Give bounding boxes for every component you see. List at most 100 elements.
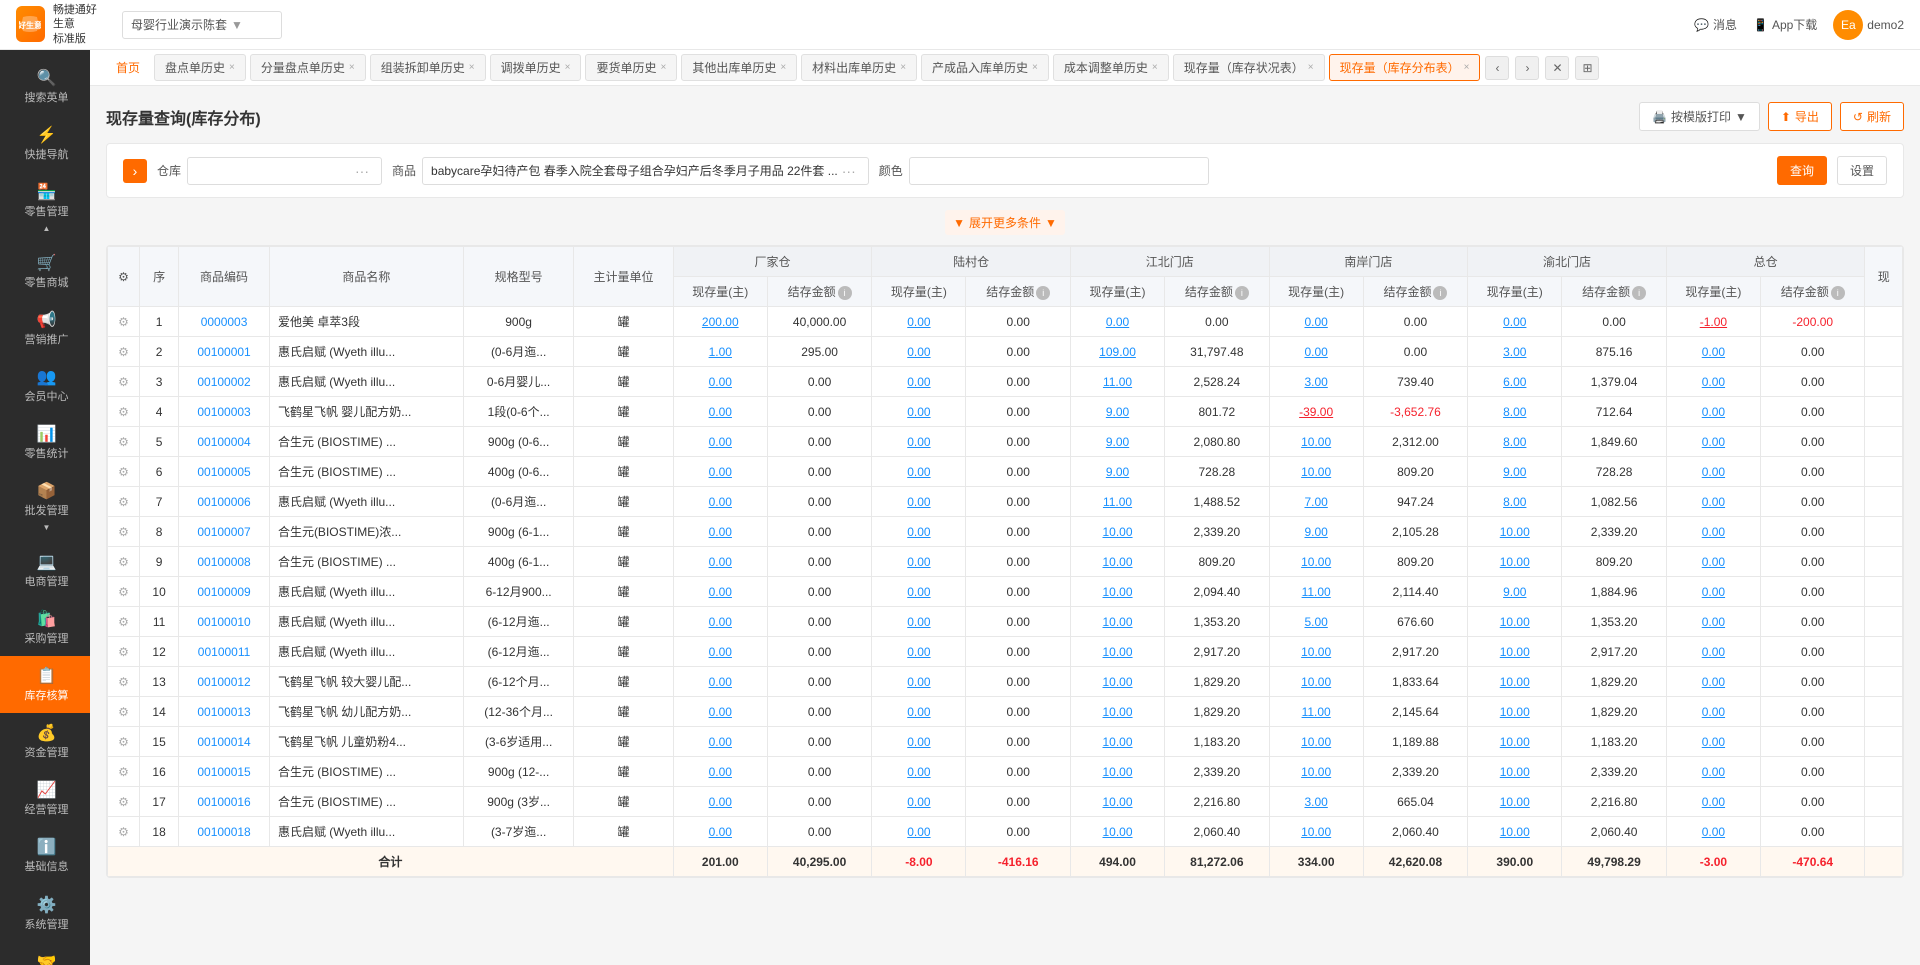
row-gear-icon[interactable]: ⚙	[118, 495, 129, 509]
sidebar-item-operations[interactable]: 📈 经营管理	[0, 770, 90, 827]
row-fac-stock[interactable]: 0.00	[673, 577, 767, 607]
row-actions[interactable]: ⚙	[108, 667, 140, 697]
gear-icon[interactable]: ⚙	[118, 270, 129, 284]
row-jb-stock[interactable]: 11.00	[1070, 367, 1164, 397]
goods-dots-btn[interactable]: ···	[838, 163, 860, 179]
system-selector[interactable]: 母婴行业演示陈套 ▼	[122, 11, 282, 39]
warehouse-text-input[interactable]	[196, 164, 351, 178]
sidebar-item-finance[interactable]: 💰 资金管理	[0, 713, 90, 770]
fac-amount-info-icon[interactable]: i	[838, 286, 852, 300]
row-gear-icon[interactable]: ⚙	[118, 405, 129, 419]
row-actions[interactable]: ⚙	[108, 637, 140, 667]
export-btn[interactable]: ⬆ 导出	[1768, 102, 1832, 131]
row-gear-icon[interactable]: ⚙	[118, 555, 129, 569]
row-tot-stock[interactable]: 0.00	[1666, 787, 1760, 817]
row-actions[interactable]: ⚙	[108, 757, 140, 787]
close-icon[interactable]: ×	[1032, 62, 1038, 73]
sidebar-item-marketing[interactable]: 📢 营销推广	[0, 300, 90, 357]
row-gear-icon[interactable]: ⚙	[118, 705, 129, 719]
tab-stock-history[interactable]: 盘点单历史 ×	[154, 54, 246, 81]
row-yb-stock[interactable]: 10.00	[1468, 637, 1562, 667]
print-btn[interactable]: 🖨️ 按模版打印 ▼	[1639, 102, 1760, 131]
row-na-stock[interactable]: 10.00	[1269, 727, 1363, 757]
close-icon[interactable]: ×	[229, 62, 235, 73]
query-btn[interactable]: 查询	[1777, 156, 1827, 185]
row-yb-stock[interactable]: 9.00	[1468, 577, 1562, 607]
row-actions[interactable]: ⚙	[108, 307, 140, 337]
row-fac-stock[interactable]: 0.00	[673, 607, 767, 637]
tab-prev-btn[interactable]: ‹	[1485, 56, 1509, 80]
row-na-stock[interactable]: 11.00	[1269, 577, 1363, 607]
tab-other-out-history[interactable]: 其他出库单历史 ×	[681, 54, 797, 81]
row-fac-stock[interactable]: 0.00	[673, 697, 767, 727]
row-na-stock[interactable]: 0.00	[1269, 307, 1363, 337]
refresh-btn[interactable]: ↺ 刷新	[1840, 102, 1904, 131]
row-yb-stock[interactable]: 10.00	[1468, 817, 1562, 847]
color-input[interactable]	[909, 157, 1209, 185]
row-actions[interactable]: ⚙	[108, 367, 140, 397]
row-yb-stock[interactable]: 10.00	[1468, 667, 1562, 697]
sidebar-item-quicknav[interactable]: ⚡ 快捷导航	[0, 115, 90, 172]
tab-product-in-history[interactable]: 产成品入库单历史 ×	[921, 54, 1049, 81]
row-lu-stock[interactable]: 0.00	[872, 367, 966, 397]
close-icon[interactable]: ×	[469, 62, 475, 73]
row-lu-stock[interactable]: 0.00	[872, 517, 966, 547]
sidebar-item-retail-mall[interactable]: 🛒 零售商城	[0, 243, 90, 300]
row-na-stock[interactable]: 3.00	[1269, 787, 1363, 817]
sidebar-item-cooperation[interactable]: 🤝 企业协同	[0, 942, 90, 965]
tab-inventory-status[interactable]: 现存量（库存状况表） ×	[1173, 54, 1325, 81]
row-gear-icon[interactable]: ⚙	[118, 825, 129, 839]
tab-next-btn[interactable]: ›	[1515, 56, 1539, 80]
close-icon[interactable]: ×	[900, 62, 906, 73]
row-na-stock[interactable]: 10.00	[1269, 457, 1363, 487]
yb-amount-info-icon[interactable]: i	[1632, 286, 1646, 300]
row-lu-stock[interactable]: 0.00	[872, 607, 966, 637]
jb-amount-info-icon[interactable]: i	[1235, 286, 1249, 300]
row-lu-stock[interactable]: 0.00	[872, 577, 966, 607]
row-fac-stock[interactable]: 0.00	[673, 727, 767, 757]
row-gear-icon[interactable]: ⚙	[118, 645, 129, 659]
row-actions[interactable]: ⚙	[108, 607, 140, 637]
row-jb-stock[interactable]: 10.00	[1070, 727, 1164, 757]
row-gear-icon[interactable]: ⚙	[118, 525, 129, 539]
row-na-stock[interactable]: 10.00	[1269, 757, 1363, 787]
row-jb-stock[interactable]: 10.00	[1070, 547, 1164, 577]
row-na-stock[interactable]: 10.00	[1269, 637, 1363, 667]
warehouse-dots-btn[interactable]: ···	[351, 163, 373, 179]
row-gear-icon[interactable]: ⚙	[118, 675, 129, 689]
row-jb-stock[interactable]: 10.00	[1070, 637, 1164, 667]
close-icon[interactable]: ×	[1152, 62, 1158, 73]
row-fac-stock[interactable]: 0.00	[673, 487, 767, 517]
row-tot-stock[interactable]: 0.00	[1666, 337, 1760, 367]
row-na-stock[interactable]: 3.00	[1269, 367, 1363, 397]
row-fac-stock[interactable]: 0.00	[673, 637, 767, 667]
row-tot-stock[interactable]: 0.00	[1666, 637, 1760, 667]
row-jb-stock[interactable]: 10.00	[1070, 667, 1164, 697]
row-jb-stock[interactable]: 11.00	[1070, 487, 1164, 517]
row-yb-stock[interactable]: 8.00	[1468, 427, 1562, 457]
sidebar-item-members[interactable]: 👥 会员中心	[0, 357, 90, 414]
row-lu-stock[interactable]: 0.00	[872, 787, 966, 817]
close-icon[interactable]: ×	[1308, 62, 1314, 73]
row-actions[interactable]: ⚙	[108, 457, 140, 487]
row-actions[interactable]: ⚙	[108, 787, 140, 817]
row-lu-stock[interactable]: 0.00	[872, 547, 966, 577]
row-yb-stock[interactable]: 0.00	[1468, 307, 1562, 337]
row-fac-stock[interactable]: 0.00	[673, 427, 767, 457]
tab-cost-adjust-history[interactable]: 成本调整单历史 ×	[1053, 54, 1169, 81]
row-actions[interactable]: ⚙	[108, 517, 140, 547]
row-tot-stock[interactable]: 0.00	[1666, 457, 1760, 487]
sidebar-item-system[interactable]: ⚙️ 系统管理	[0, 885, 90, 942]
sidebar-item-purchase[interactable]: 🛍️ 采购管理	[0, 599, 90, 656]
row-gear-icon[interactable]: ⚙	[118, 765, 129, 779]
row-tot-stock[interactable]: 0.00	[1666, 577, 1760, 607]
row-actions[interactable]: ⚙	[108, 427, 140, 457]
row-yb-stock[interactable]: 10.00	[1468, 727, 1562, 757]
row-fac-stock[interactable]: 1.00	[673, 337, 767, 367]
row-na-stock[interactable]: 9.00	[1269, 517, 1363, 547]
sidebar-item-retail-stats[interactable]: 📊 零售统计	[0, 414, 90, 471]
row-gear-icon[interactable]: ⚙	[118, 465, 129, 479]
row-tot-stock[interactable]: 0.00	[1666, 727, 1760, 757]
row-jb-stock[interactable]: 10.00	[1070, 697, 1164, 727]
row-tot-stock[interactable]: 0.00	[1666, 667, 1760, 697]
